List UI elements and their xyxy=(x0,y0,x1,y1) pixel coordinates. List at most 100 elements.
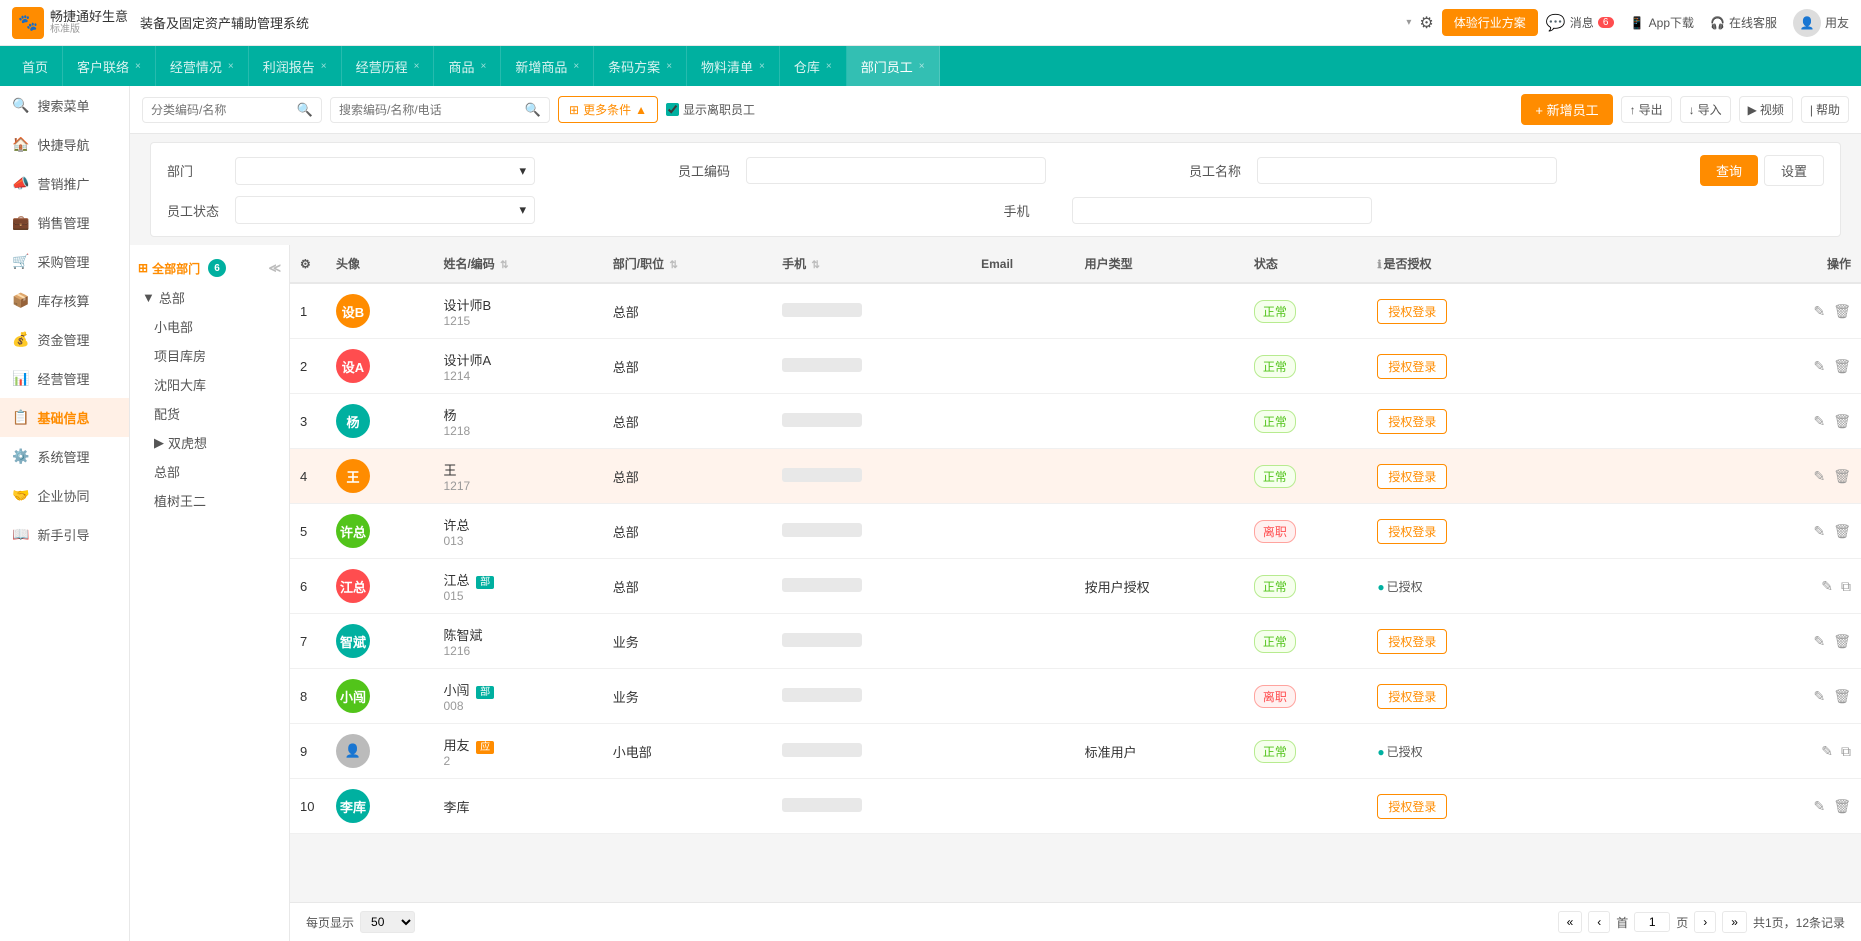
set-btn[interactable]: 设置 xyxy=(1764,155,1824,186)
dept-item-shenyang[interactable]: 沈阳大库 xyxy=(130,370,289,399)
support-btn[interactable]: 🎧 在线客服 xyxy=(1710,14,1777,31)
dept-select[interactable]: ▾ xyxy=(235,157,535,185)
show-resigned-checkbox[interactable] xyxy=(666,103,679,116)
sidebar-item-system[interactable]: ⚙️ 系统管理 xyxy=(0,437,129,476)
dept-item-headquarters-sub[interactable]: 总部 xyxy=(130,457,289,486)
edit-icon[interactable]: ✎ xyxy=(1813,468,1825,485)
page-input[interactable] xyxy=(1634,912,1670,932)
tab-bom[interactable]: 物料清单× xyxy=(687,46,780,86)
next-page-btn[interactable]: › xyxy=(1694,911,1716,933)
export-btn[interactable]: ↑ 导出 xyxy=(1621,96,1672,123)
tab-operation[interactable]: 经营情况× xyxy=(156,46,249,86)
close-icon[interactable]: × xyxy=(919,61,925,72)
sidebar-item-finance[interactable]: 💰 资金管理 xyxy=(0,320,129,359)
collapse-dept-btn[interactable]: ≪ xyxy=(268,261,281,275)
prev-page-btn[interactable]: ‹ xyxy=(1588,911,1610,933)
auth-btn[interactable]: 授权登录 xyxy=(1377,519,1447,544)
auth-btn[interactable]: 授权登录 xyxy=(1377,409,1447,434)
close-icon[interactable]: × xyxy=(666,61,672,72)
sidebar-item-ops[interactable]: 📊 经营管理 xyxy=(0,359,129,398)
tab-profit[interactable]: 利润报告× xyxy=(249,46,342,86)
sidebar-item-collab[interactable]: 🤝 企业协同 xyxy=(0,476,129,515)
add-employee-btn[interactable]: + 新增员工 xyxy=(1521,94,1612,125)
sidebar-item-basic[interactable]: 📋 基础信息 xyxy=(0,398,129,437)
edit-icon[interactable]: ✎ xyxy=(1813,413,1825,430)
app-download-btn[interactable]: 📱 App下载 xyxy=(1630,14,1694,31)
close-icon[interactable]: × xyxy=(135,61,141,72)
dept-item-shuanghu[interactable]: ▶ 双虎想 xyxy=(130,428,289,457)
edit-icon[interactable]: ✎ xyxy=(1821,578,1833,595)
dept-item-small-elec[interactable]: 小电部 xyxy=(130,312,289,341)
system-dropdown-icon[interactable]: ▾ xyxy=(1406,17,1411,28)
edit-icon[interactable]: ✎ xyxy=(1813,303,1825,320)
col-phone[interactable]: 手机 ⇅ xyxy=(772,245,971,283)
dept-item-zhushuwang[interactable]: 植树王二 xyxy=(130,486,289,515)
tab-new-goods[interactable]: 新增商品× xyxy=(501,46,594,86)
delete-icon[interactable]: 🗑 xyxy=(1833,523,1851,540)
edit-icon[interactable]: ✎ xyxy=(1813,688,1825,705)
auth-btn[interactable]: 授权登录 xyxy=(1377,629,1447,654)
employee-search-input[interactable] xyxy=(339,103,521,117)
sidebar-item-inventory[interactable]: 📦 库存核算 xyxy=(0,281,129,320)
close-icon[interactable]: × xyxy=(228,61,234,72)
phone-input[interactable] xyxy=(1072,197,1372,224)
close-icon[interactable]: × xyxy=(573,61,579,72)
delete-icon[interactable]: 🗑 xyxy=(1833,798,1851,815)
sidebar-item-sales[interactable]: 💼 销售管理 xyxy=(0,203,129,242)
close-icon[interactable]: × xyxy=(826,61,832,72)
edit-icon[interactable]: ✎ xyxy=(1813,633,1825,650)
import-btn[interactable]: ↓ 导入 xyxy=(1680,96,1731,123)
edit-icon[interactable]: ✎ xyxy=(1821,743,1833,760)
tab-home[interactable]: 首页 xyxy=(8,46,63,86)
emp-name-input[interactable] xyxy=(1257,157,1557,184)
auth-btn[interactable]: 授权登录 xyxy=(1377,684,1447,709)
query-btn[interactable]: 查询 xyxy=(1700,155,1758,186)
delete-icon[interactable]: 🗑 xyxy=(1833,688,1851,705)
tab-customer[interactable]: 客户联络× xyxy=(63,46,156,86)
col-name[interactable]: 姓名/编码 ⇅ xyxy=(433,245,602,283)
sidebar-item-purchase[interactable]: 🛒 采购管理 xyxy=(0,242,129,281)
tab-employee[interactable]: 部门员工× xyxy=(847,46,940,86)
last-page-btn[interactable]: » xyxy=(1722,911,1747,933)
dept-item-distribution[interactable]: 配货 xyxy=(130,399,289,428)
per-page-select[interactable]: 50 100 xyxy=(360,911,415,933)
status-select[interactable]: ▾ xyxy=(235,196,535,224)
show-resigned-label[interactable]: 显示离职员工 xyxy=(666,101,755,118)
delete-icon[interactable]: 🗑 xyxy=(1833,633,1851,650)
first-page-btn[interactable]: « xyxy=(1558,911,1583,933)
tab-goods[interactable]: 商品× xyxy=(434,46,501,86)
delete-icon[interactable]: 🗑 xyxy=(1833,358,1851,375)
dept-item-headquarters[interactable]: ▼ 总部 xyxy=(130,283,289,312)
delete-icon[interactable]: 🗑 xyxy=(1833,468,1851,485)
help-btn[interactable]: | 帮助 xyxy=(1801,96,1849,123)
delete-icon[interactable]: 🗑 xyxy=(1833,413,1851,430)
tab-warehouse[interactable]: 仓库× xyxy=(780,46,847,86)
emp-code-input[interactable] xyxy=(746,157,1046,184)
sidebar-item-search[interactable]: 🔍 搜索菜单 xyxy=(0,86,129,125)
copy-icon[interactable]: ⧉ xyxy=(1841,578,1851,595)
col-dept[interactable]: 部门/职位 ⇅ xyxy=(603,245,772,283)
delete-icon[interactable]: 🗑 xyxy=(1833,303,1851,320)
video-btn[interactable]: ▶ 视频 xyxy=(1739,96,1793,123)
try-btn[interactable]: 体验行业方案 xyxy=(1442,9,1538,36)
auth-btn[interactable]: 授权登录 xyxy=(1377,464,1447,489)
auth-btn[interactable]: 授权登录 xyxy=(1377,354,1447,379)
copy-icon[interactable]: ⧉ xyxy=(1841,743,1851,760)
dept-search-input[interactable] xyxy=(151,103,293,117)
settings-icon[interactable]: ⚙ xyxy=(1419,13,1433,33)
user-btn[interactable]: 👤 用友 xyxy=(1793,9,1849,37)
more-conditions-btn[interactable]: ⊞ 更多条件 ▲ xyxy=(558,96,658,123)
sidebar-item-nav[interactable]: 🏠 快捷导航 xyxy=(0,125,129,164)
employee-search-box[interactable]: 🔍 xyxy=(330,97,550,123)
tab-barcode[interactable]: 条码方案× xyxy=(594,46,687,86)
auth-btn[interactable]: 授权登录 xyxy=(1377,299,1447,324)
dept-item-project-room[interactable]: 项目库房 xyxy=(130,341,289,370)
edit-icon[interactable]: ✎ xyxy=(1813,523,1825,540)
dept-search-box[interactable]: 🔍 xyxy=(142,97,322,123)
sidebar-item-guide[interactable]: 📖 新手引导 xyxy=(0,515,129,554)
close-icon[interactable]: × xyxy=(414,61,420,72)
auth-btn[interactable]: 授权登录 xyxy=(1377,794,1447,819)
edit-icon[interactable]: ✎ xyxy=(1813,798,1825,815)
message-btn[interactable]: 💬 消息 6 xyxy=(1546,13,1614,33)
sidebar-item-marketing[interactable]: 📣 营销推广 xyxy=(0,164,129,203)
